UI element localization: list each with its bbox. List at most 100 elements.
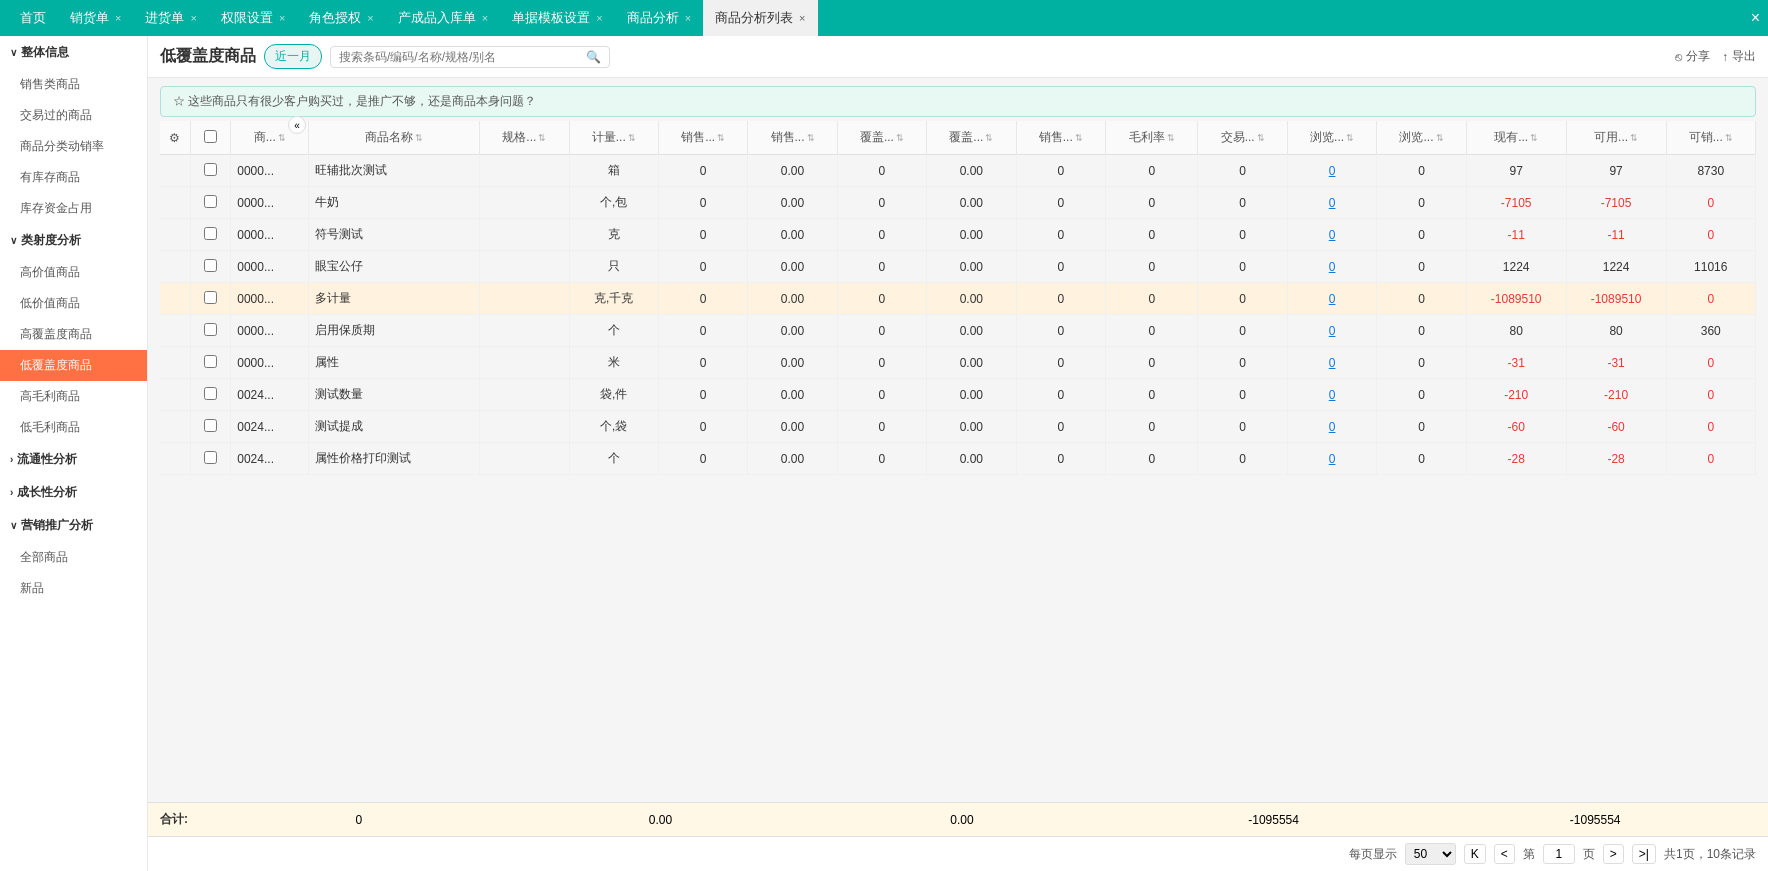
name-cell: 属性 (309, 347, 480, 379)
row-checkbox[interactable] (204, 163, 217, 176)
search-icon[interactable]: 🔍 (586, 50, 601, 64)
sidebar-item-capital-usage[interactable]: 库存资金占用 (0, 193, 147, 224)
close-icon[interactable]: × (596, 12, 602, 24)
salesx-column-header[interactable]: 销售...⇅ (1016, 121, 1105, 155)
sidebar-item-low-coverage[interactable]: 低覆盖度商品 (0, 350, 147, 381)
view1-cell[interactable]: 0 (1287, 283, 1376, 315)
gross-cell: 0 (1105, 411, 1198, 443)
close-icon[interactable]: × (367, 12, 373, 24)
checkbox-cell[interactable] (190, 219, 231, 251)
share-button[interactable]: ⎋ 分享 (1675, 48, 1710, 65)
spec-column-header[interactable]: 规格...⇅ (480, 121, 569, 155)
sidebar-section-marketing[interactable]: ∨ 营销推广分析 (0, 509, 147, 542)
row-checkbox[interactable] (204, 355, 217, 368)
sidebar-item-low-value[interactable]: 低价值商品 (0, 288, 147, 319)
view2-column-header[interactable]: 浏览...⇅ (1377, 121, 1466, 155)
row-checkbox[interactable] (204, 259, 217, 272)
prev-page-button[interactable]: < (1494, 844, 1515, 864)
export-button[interactable]: ↑ 导出 (1722, 48, 1756, 65)
checkbox-cell[interactable] (190, 443, 231, 475)
checkbox-cell[interactable] (190, 347, 231, 379)
view1-cell[interactable]: 0 (1287, 379, 1376, 411)
view1-cell[interactable]: 0 (1287, 347, 1376, 379)
sidebar-item-all-products[interactable]: 全部商品 (0, 542, 147, 573)
checkbox-cell[interactable] (190, 187, 231, 219)
checkbox-cell[interactable] (190, 283, 231, 315)
checkbox-cell[interactable] (190, 155, 231, 187)
view1-cell[interactable]: 0 (1287, 251, 1376, 283)
settings-column-header[interactable]: ⚙ (160, 121, 190, 155)
checkbox-cell[interactable] (190, 315, 231, 347)
unit-column-header[interactable]: 计量...⇅ (569, 121, 658, 155)
view1-cell[interactable]: 0 (1287, 411, 1376, 443)
available-column-header[interactable]: 可用...⇅ (1566, 121, 1666, 155)
row-checkbox[interactable] (204, 419, 217, 432)
filter-recent-month-button[interactable]: 近一月 (264, 44, 322, 69)
trade-cell: 0 (1198, 187, 1287, 219)
sidebar-collapse-button[interactable]: « (288, 116, 306, 134)
row-checkbox[interactable] (204, 451, 217, 464)
close-icon[interactable]: × (685, 12, 691, 24)
next-page-button[interactable]: > (1603, 844, 1624, 864)
current-column-header[interactable]: 现有...⇅ (1466, 121, 1566, 155)
nav-tab-product-entry[interactable]: 产成品入库单 × (386, 0, 500, 36)
nav-tab-permissions[interactable]: 权限设置 × (209, 0, 297, 36)
sidebar-item-in-stock[interactable]: 有库存商品 (0, 162, 147, 193)
view1-column-header[interactable]: 浏览...⇅ (1287, 121, 1376, 155)
nav-tab-roles[interactable]: 角色授权 × (297, 0, 385, 36)
row-checkbox[interactable] (204, 195, 217, 208)
sidebar-item-sales-products[interactable]: 销售类商品 (0, 69, 147, 100)
checkbox-cell[interactable] (190, 251, 231, 283)
row-checkbox[interactable] (204, 323, 217, 336)
select-all-checkbox[interactable] (204, 130, 217, 143)
current-page-input[interactable] (1543, 844, 1575, 864)
close-icon[interactable]: × (190, 12, 196, 24)
sidebar-item-low-margin[interactable]: 低毛利商品 (0, 412, 147, 443)
row-checkbox[interactable] (204, 291, 217, 304)
sidebar-item-high-coverage[interactable]: 高覆盖度商品 (0, 319, 147, 350)
nav-tab-product-analysis[interactable]: 商品分析 × (615, 0, 703, 36)
sidebar-item-high-value[interactable]: 高价值商品 (0, 257, 147, 288)
gross-column-header[interactable]: 毛利率⇅ (1105, 121, 1198, 155)
checkbox-column-header[interactable] (190, 121, 231, 155)
nav-tab-template[interactable]: 单据模板设置 × (500, 0, 614, 36)
view1-cell[interactable]: 0 (1287, 187, 1376, 219)
trade-column-header[interactable]: 交易...⇅ (1198, 121, 1287, 155)
view1-cell[interactable]: 0 (1287, 443, 1376, 475)
sales-amt-column-header[interactable]: 销售...⇅ (748, 121, 837, 155)
sidebar-section-coverage[interactable]: ∨ 类射度分析 (0, 224, 147, 257)
view1-cell[interactable]: 0 (1287, 315, 1376, 347)
sales-qty-cell: 0 (658, 187, 747, 219)
sidebar-section-growth[interactable]: › 成长性分析 (0, 476, 147, 509)
sidebar-section-overall[interactable]: ∨ 整体信息 (0, 36, 147, 69)
page-size-select[interactable]: 50 20 100 200 (1405, 843, 1456, 865)
sidebar-item-category-rate[interactable]: 商品分类动销率 (0, 131, 147, 162)
nav-tab-sales[interactable]: 销货单 × (58, 0, 133, 36)
coverage1-column-header[interactable]: 覆盖...⇅ (837, 121, 926, 155)
saleable-column-header[interactable]: 可销...⇅ (1666, 121, 1755, 155)
close-icon[interactable]: × (279, 12, 285, 24)
nav-tab-purchase[interactable]: 进货单 × (133, 0, 208, 36)
last-page-button[interactable]: >| (1632, 844, 1656, 864)
checkbox-cell[interactable] (190, 411, 231, 443)
sidebar-item-new-products[interactable]: 新品 (0, 573, 147, 604)
close-icon[interactable]: × (482, 12, 488, 24)
coverage2-column-header[interactable]: 覆盖...⇅ (927, 121, 1016, 155)
window-close-button[interactable]: × (1751, 9, 1760, 27)
view1-cell[interactable]: 0 (1287, 219, 1376, 251)
sidebar-item-high-margin[interactable]: 高毛利商品 (0, 381, 147, 412)
name-column-header[interactable]: 商品名称⇅ (309, 121, 480, 155)
sales-qty-column-header[interactable]: 销售...⇅ (658, 121, 747, 155)
row-checkbox[interactable] (204, 227, 217, 240)
sidebar-item-traded-products[interactable]: 交易过的商品 (0, 100, 147, 131)
view1-cell[interactable]: 0 (1287, 155, 1376, 187)
row-checkbox[interactable] (204, 387, 217, 400)
close-icon[interactable]: × (115, 12, 121, 24)
checkbox-cell[interactable] (190, 379, 231, 411)
first-page-button[interactable]: K (1464, 844, 1486, 864)
nav-tab-product-analysis-list[interactable]: 商品分析列表 × (703, 0, 817, 36)
nav-tab-home[interactable]: 首页 (8, 0, 58, 36)
sidebar-section-liquidity[interactable]: › 流通性分析 (0, 443, 147, 476)
search-input[interactable] (339, 50, 586, 64)
close-icon[interactable]: × (799, 12, 805, 24)
